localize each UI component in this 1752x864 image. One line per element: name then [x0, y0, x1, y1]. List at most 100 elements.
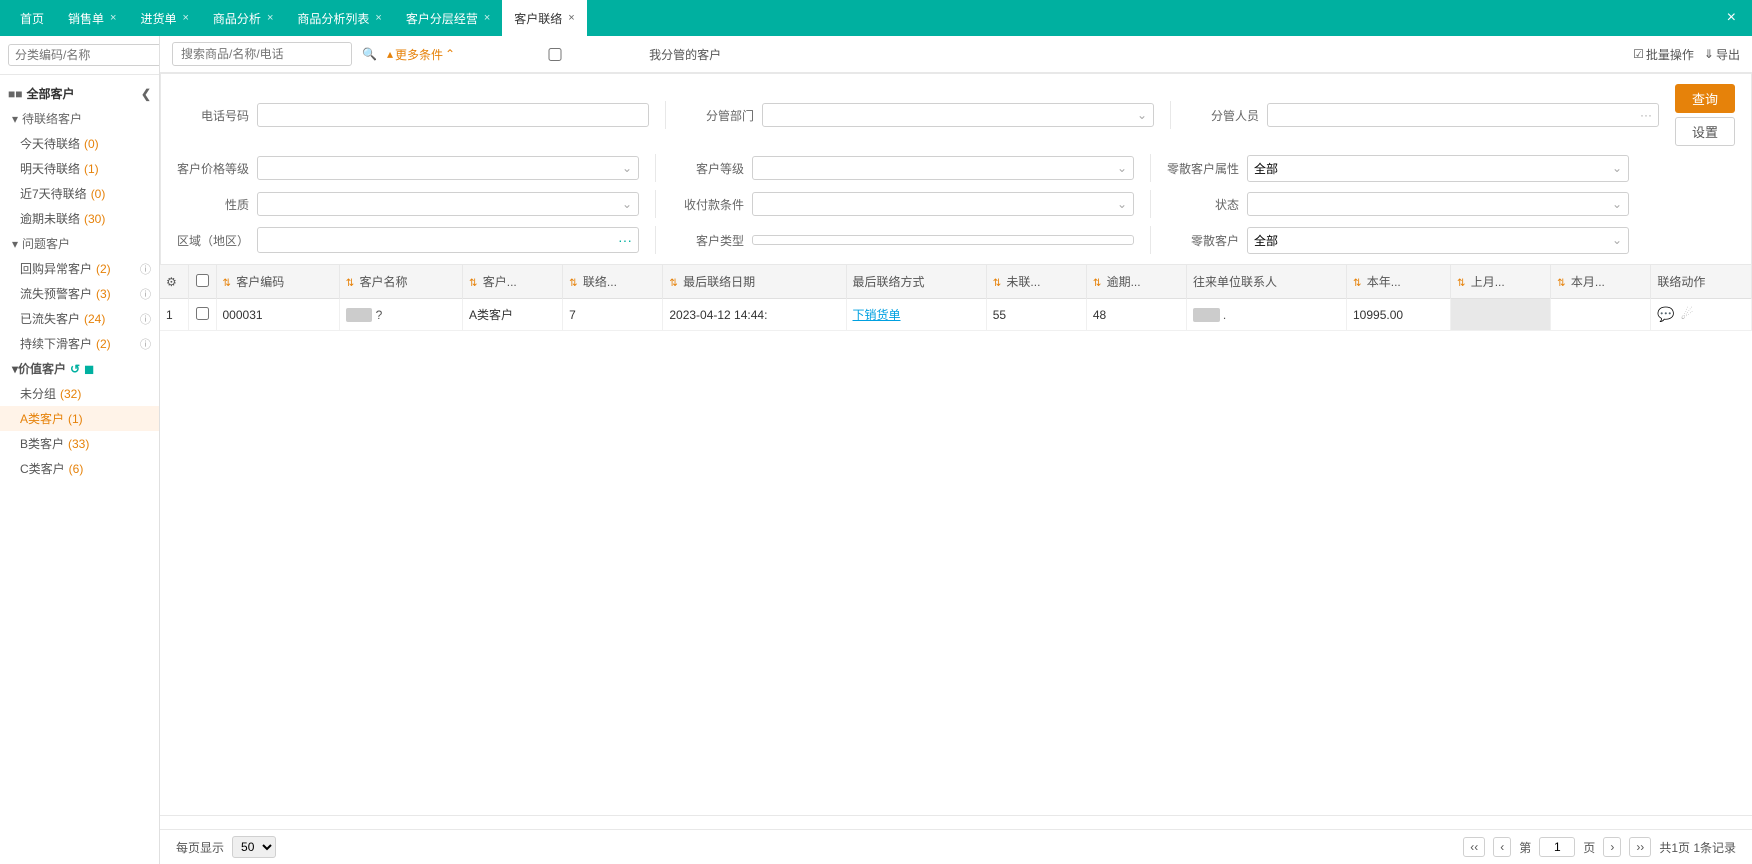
cell-last-date: 2023-04-12 14:44: — [663, 299, 846, 331]
filter-select-region[interactable]: ··· — [257, 227, 639, 253]
my-customers-check[interactable] — [465, 48, 645, 61]
message-icon[interactable]: 💬 — [1657, 306, 1674, 323]
col-sort-icon8: ⇅ — [1353, 278, 1361, 289]
filter-select-cust-type[interactable] — [752, 235, 1134, 245]
info-icon-abnormal: ⓘ — [140, 261, 151, 277]
first-page-btn[interactable]: ‹‹ — [1463, 837, 1485, 857]
chevron-grade-icon: ⌄ — [1117, 161, 1127, 175]
sidebar-item-tomorrow[interactable]: 明天待联络 (1) — [0, 156, 159, 181]
info-icon-lost: ⓘ — [140, 311, 151, 327]
filter-cell-status: 状态 ⌄ — [1167, 192, 1629, 216]
filter-label-retail-attr: 零散客户属性 — [1167, 160, 1247, 177]
filter-select-nature[interactable]: ⌄ — [257, 192, 639, 216]
arrow-down-icon: ▾ — [12, 112, 18, 126]
nav-tab-purchase[interactable]: 进货单 × — [128, 0, 200, 36]
sidebar-item-abnormal[interactable]: 回购异常客户 (2) ⓘ — [0, 256, 159, 281]
sidebar-item-7days[interactable]: 近7天待联络 (0) — [0, 181, 159, 206]
filter-select-price-grade[interactable]: ⌄ — [257, 156, 639, 180]
unit-contact-text: . — [1223, 308, 1226, 322]
settings-icon: ⚙ — [166, 275, 177, 289]
filter-row-3: 性质 ⌄ 收付款条件 ⌄ — [177, 190, 1735, 218]
col-sort-icon6: ⇅ — [993, 278, 1001, 289]
sidebar-item-ungroup[interactable]: 未分组 (32) — [0, 381, 159, 406]
filter-label-phone: 电话号码 — [177, 107, 257, 124]
filter-select-payment[interactable]: ⌄ — [752, 192, 1134, 216]
qr-icon[interactable]: ☄ — [1681, 306, 1694, 323]
info-icon-declining: ⓘ — [140, 336, 151, 352]
filter-row-1: 电话号码 分管部门 ⌄ 分管人员 — [177, 84, 1735, 146]
nav-tab-product-analysis[interactable]: 商品分析 × — [201, 0, 285, 36]
h-scrollbar[interactable] — [160, 815, 1752, 829]
close-product-list-tab[interactable]: × — [375, 12, 381, 24]
filter-select-person[interactable]: ··· — [1267, 103, 1659, 127]
main-layout: 🔍 ■■ 全部客户 ❮ ▾ 待联络客户 今天待联络 (0) — [0, 36, 1752, 864]
col-settings[interactable]: ⚙ — [160, 265, 188, 299]
setting-button[interactable]: 设置 — [1675, 117, 1735, 146]
batch-op-btn[interactable]: ☑ 批量操作 — [1633, 46, 1694, 63]
dots-region-icon: ··· — [618, 232, 632, 248]
sidebar-body: ■■ 全部客户 ❮ ▾ 待联络客户 今天待联络 (0) 明天待联络 (1) — [0, 75, 159, 864]
filter-select-status[interactable]: ⌄ — [1247, 192, 1629, 216]
prev-page-btn[interactable]: ‹ — [1493, 837, 1511, 857]
nav-tab-customer-segment[interactable]: 客户分层经营 × — [394, 0, 502, 36]
close-product-tab[interactable]: × — [267, 12, 273, 24]
sidebar-pending-group[interactable]: ▾ 待联络客户 — [0, 106, 159, 131]
page-label: 第 — [1519, 839, 1531, 856]
more-conditions-btn[interactable]: ▴ 更多条件 ⌃ — [387, 46, 455, 63]
sidebar-item-c-class[interactable]: C类客户 (6) — [0, 456, 159, 481]
cell-action: 💬 ☄ — [1651, 299, 1752, 331]
sidebar-item-overdue[interactable]: 逾期未联络 (30) — [0, 206, 159, 231]
close-contact-tab[interactable]: × — [568, 12, 574, 24]
my-customers-checkbox[interactable]: 我分管的客户 — [465, 46, 721, 63]
cell-name: ▇▇ ? — [339, 299, 462, 331]
row-checkbox[interactable] — [196, 307, 209, 320]
sidebar-problem-group[interactable]: ▾ 问题客户 — [0, 231, 159, 256]
cell-checkbox[interactable] — [188, 299, 216, 331]
search-button[interactable]: 🔍 — [362, 47, 377, 61]
sidebar-item-lost[interactable]: 已流失客户 (24) ⓘ — [0, 306, 159, 331]
sidebar-item-a-class[interactable]: A类客户 (1) — [0, 406, 159, 431]
table-row: 1 000031 ▇▇ ? A类客户 7 2023-04-12 14: — [160, 299, 1752, 331]
filter-select-cust-grade[interactable]: ⌄ — [752, 156, 1134, 180]
close-segment-tab[interactable]: × — [484, 12, 490, 24]
nav-tab-sales[interactable]: 销售单 × — [56, 0, 128, 36]
filter-select-retail[interactable]: 全部 ⌄ — [1247, 227, 1629, 254]
cell-overdue: 48 — [1086, 299, 1186, 331]
customers-table: ⚙ ⇅ 客户编码 ⇅ 客户名称 — [160, 265, 1752, 331]
global-close-btn[interactable]: × — [1719, 9, 1744, 27]
close-sales-tab[interactable]: × — [110, 12, 116, 24]
last-page-btn[interactable]: ›› — [1629, 837, 1651, 857]
search-input[interactable] — [172, 42, 352, 66]
last-method-link[interactable]: 下销货单 — [853, 308, 901, 322]
filter-cell-price-grade: 客户价格等级 ⌄ — [177, 156, 639, 180]
page-input[interactable] — [1539, 837, 1575, 857]
filter-select-retail-attr[interactable]: 全部 ⌄ — [1247, 155, 1629, 182]
col-this-year: ⇅ 本年... — [1347, 265, 1451, 299]
sidebar-item-declining[interactable]: 持续下滑客户 (2) ⓘ — [0, 331, 159, 356]
sidebar-item-b-class[interactable]: B类客户 (33) — [0, 431, 159, 456]
select-all-checkbox[interactable] — [196, 274, 209, 287]
next-page-btn[interactable]: › — [1603, 837, 1621, 857]
add-icon[interactable]: ◼ — [84, 362, 94, 376]
refresh-icon[interactable]: ↺ — [70, 362, 80, 376]
sidebar-item-lostwarning[interactable]: 流失预警客户 (3) ⓘ — [0, 281, 159, 306]
col-sort-icon2: ⇅ — [346, 278, 354, 289]
filter-input-phone[interactable] — [257, 103, 649, 127]
export-btn[interactable]: ⇓ 导出 — [1704, 46, 1740, 63]
nav-tab-product-list[interactable]: 商品分析列表 × — [285, 0, 393, 36]
nav-home[interactable]: 首页 — [8, 0, 56, 36]
query-button[interactable]: 查询 — [1675, 84, 1735, 113]
cell-last-method[interactable]: 下销货单 — [846, 299, 986, 331]
sidebar-all-customers[interactable]: ■■ 全部客户 ❮ — [0, 79, 159, 106]
cell-this-month — [1551, 299, 1651, 331]
nav-tab-customer-contact[interactable]: 客户联络 × — [502, 0, 586, 36]
close-purchase-tab[interactable]: × — [182, 12, 188, 24]
col-checkbox[interactable] — [188, 265, 216, 299]
sidebar-item-today[interactable]: 今天待联络 (0) — [0, 131, 159, 156]
chevron-down-icon: ⌃ — [445, 47, 455, 61]
per-page-select[interactable]: 50 — [232, 836, 276, 858]
col-sort-icon4: ⇅ — [569, 278, 577, 289]
filter-select-dept[interactable]: ⌄ — [762, 103, 1154, 127]
cell-code: 000031 — [216, 299, 339, 331]
sidebar-search-input[interactable] — [8, 44, 160, 66]
